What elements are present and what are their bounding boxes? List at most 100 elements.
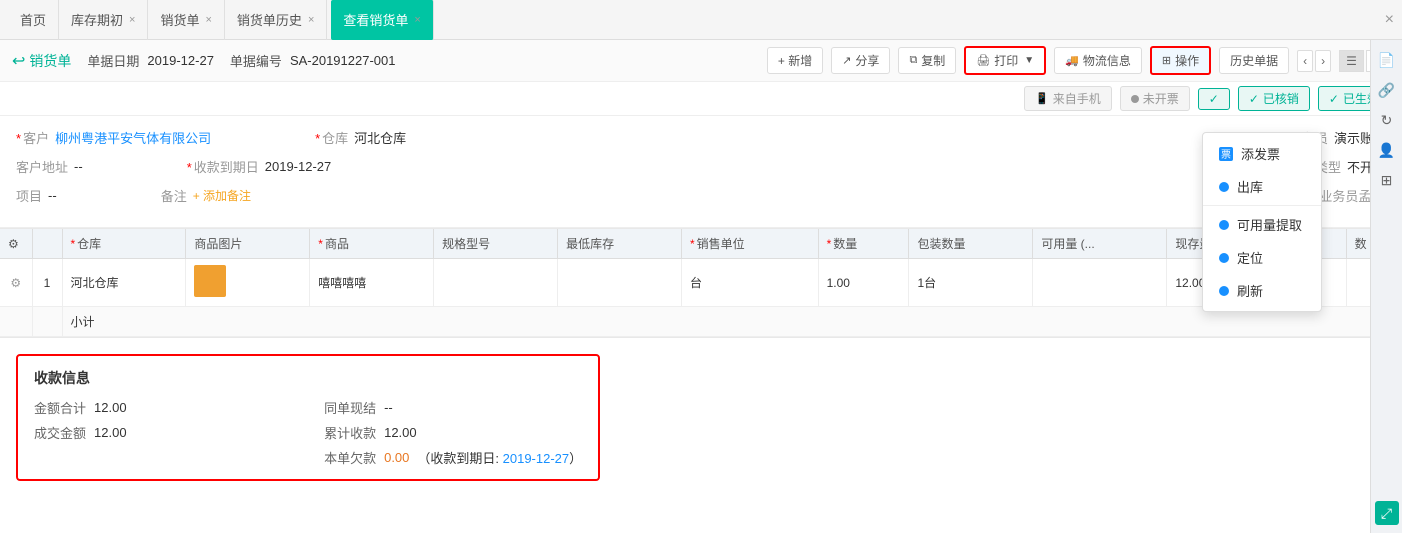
sidebar-doc-icon[interactable]: 📄 [1375, 48, 1399, 72]
tab-sales[interactable]: 销货单 × [148, 0, 224, 40]
cell-quantity: 1.00 [818, 259, 909, 307]
locate-icon [1219, 253, 1229, 263]
customer-label: 客户 [16, 128, 49, 147]
doc-number-label: 单据编号 SA-20191227-001 [230, 51, 396, 70]
total-label: 金额合计 [34, 398, 86, 417]
not-open-button[interactable]: 未开票 [1120, 86, 1190, 111]
payment-section: 收款信息 金额合计 12.00 同单现结 -- 成交金额 12.00 [16, 354, 600, 481]
sidebar-user-icon[interactable]: 👤 [1375, 138, 1399, 162]
cell-sales-unit: 台 [681, 259, 818, 307]
subtotal-spacer [32, 307, 62, 337]
dropdown-divider [1203, 205, 1321, 206]
tab-sales-history-close[interactable]: × [308, 14, 314, 26]
tab-view-sales[interactable]: 查看销货单 × [331, 0, 433, 40]
payment-due-label: 收款到期日 [187, 157, 259, 176]
share-button[interactable]: ↗ 分享 [831, 47, 890, 74]
sidebar-table-icon[interactable]: ⊞ [1375, 168, 1399, 192]
dropdown-add-invoice[interactable]: 票 添发票 [1203, 137, 1321, 170]
tab-inventory[interactable]: 库存期初 × [59, 0, 148, 40]
nav-arrows: ‹ › [1297, 50, 1331, 72]
form-row-1: 客户 柳州粤港平安气体有限公司 仓库 河北仓库 业务员 演示账号 [16, 128, 1386, 147]
outbound-icon [1219, 182, 1229, 192]
col-product: 商品 [310, 229, 434, 259]
tab-home[interactable]: 首页 [8, 0, 59, 40]
note-field: 备注 + 添加备注 [161, 186, 251, 205]
tab-inventory-close[interactable]: × [129, 14, 135, 26]
logistics-button[interactable]: 🚚 物流信息 [1054, 47, 1142, 74]
cell-product: 嘻嘻嘻嘻 [310, 259, 434, 307]
operations-button[interactable]: ⊞ 操作 [1150, 46, 1211, 75]
dropdown-locate[interactable]: 定位 [1203, 241, 1321, 274]
tab-sales-history[interactable]: 销货单历史 × [225, 0, 327, 40]
cell-spec [434, 259, 558, 307]
dropdown-available-qty[interactable]: 可用量提取 [1203, 208, 1321, 241]
col-image: 商品图片 [186, 229, 310, 259]
col-index [32, 229, 62, 259]
dropdown-refresh[interactable]: 刷新 [1203, 274, 1321, 307]
prev-arrow[interactable]: ‹ [1297, 50, 1313, 72]
single-settlement-label: 同单现结 [324, 398, 376, 417]
col-sales-unit: 销售单位 [681, 229, 818, 259]
operations-dropdown: 票 添发票 出库 可用量提取 定位 刷新 [1202, 132, 1322, 312]
check-icon-button[interactable]: ✓ [1198, 88, 1230, 110]
single-settlement-value: -- [384, 400, 393, 415]
cell-image [186, 259, 310, 307]
tab-sales-close[interactable]: × [205, 14, 211, 26]
col-spec: 规格型号 [434, 229, 558, 259]
form-row-3: 项目 -- 备注 + 添加备注 业务员孟 -- [16, 186, 1386, 205]
print-button[interactable]: 🖨 打印 ▼ [964, 46, 1046, 75]
new-button[interactable]: + 新增 [767, 47, 823, 74]
customer-value[interactable]: 柳州粤港平安气体有限公司 [55, 128, 211, 147]
cell-pack-qty: 1台 [909, 259, 1033, 307]
next-arrow[interactable]: › [1315, 50, 1331, 72]
bottom-panel: 收款信息 金额合计 12.00 同单现结 -- 成交金额 12.00 [0, 338, 1402, 497]
sold-badge: ✓ 已核销 [1238, 86, 1310, 111]
product-image [194, 265, 226, 297]
available-qty-icon [1219, 220, 1229, 230]
add-note-button[interactable]: + 添加备注 [193, 187, 251, 204]
from-phone-button[interactable]: 📱 来自手机 [1024, 86, 1112, 111]
cell-index: 1 [32, 259, 62, 307]
sidebar-link-icon[interactable]: 🔗 [1375, 78, 1399, 102]
total-value: 12.00 [94, 400, 127, 415]
payment-due-field: 收款到期日 2019-12-27 [187, 157, 332, 176]
col-min-stock: 最低库存 [558, 229, 682, 259]
transaction-value: 12.00 [94, 425, 127, 440]
current-due-label: 本单欠款 [324, 448, 376, 467]
tab-view-sales-close[interactable]: × [414, 14, 420, 26]
payment-grid: 金额合计 12.00 同单现结 -- 成交金额 12.00 累计收款 12.00 [34, 398, 582, 467]
project-value: -- [48, 188, 57, 203]
sidebar-expand-icon[interactable]: ⤢ [1375, 501, 1399, 525]
right-sidebar: 📄 🔗 ↻ 👤 ⊞ ⤢ [1370, 40, 1402, 533]
doc-type-title: ↩ 销货单 [12, 51, 71, 71]
refresh-icon [1219, 286, 1229, 296]
cell-gear[interactable]: ⚙ [0, 259, 32, 307]
project-field: 项目 -- [16, 186, 57, 205]
dropdown-outbound[interactable]: 出库 [1203, 170, 1321, 203]
view-list-button[interactable]: ☰ [1339, 50, 1364, 72]
copy-button[interactable]: ⧉ 复制 [898, 47, 956, 74]
doc-date-label: 单据日期 2019-12-27 [87, 51, 214, 70]
toolbar: ↩ 销货单 单据日期 2019-12-27 单据编号 SA-20191227-0… [0, 40, 1402, 82]
sidebar-rotate-icon[interactable]: ↻ [1375, 108, 1399, 132]
payment-due-value: 2019-12-27 [265, 159, 332, 174]
tab-bar: 首页 库存期初 × 销货单 × 销货单历史 × 查看销货单 × × [0, 0, 1402, 40]
table-header-row: ⚙ 仓库 商品图片 商品 规格型号 最低库存 销售单位 数量 包装数量 可用量 … [0, 229, 1402, 259]
subtotal-gear [0, 307, 32, 337]
total-row: 金额合计 12.00 [34, 398, 292, 417]
warehouse-value: 河北仓库 [354, 128, 406, 147]
current-due-row: 本单欠款 0.00 （收款到期日: 2019-12-27） [324, 448, 582, 467]
history-button[interactable]: 历史单据 [1219, 47, 1289, 74]
transaction-row: 成交金额 12.00 [34, 423, 292, 442]
col-pack-qty: 包装数量 [909, 229, 1033, 259]
col-available: 可用量 (... [1033, 229, 1167, 259]
col-gear: ⚙ [0, 229, 32, 259]
toolbar-right: + 新增 ↗ 分享 ⧉ 复制 🖨 打印 ▼ 🚚 物流信息 [767, 46, 1390, 75]
customer-field: 客户 柳州粤港平安气体有限公司 [16, 128, 211, 147]
toolbar-left: ↩ 销货单 单据日期 2019-12-27 单据编号 SA-20191227-0… [12, 51, 395, 71]
tab-bar-close[interactable]: × [1385, 11, 1394, 29]
cumulative-row: 累计收款 12.00 [324, 423, 582, 442]
payment-title: 收款信息 [34, 368, 582, 388]
cell-available [1033, 259, 1167, 307]
subtotal-label: 小计 [62, 307, 1402, 337]
